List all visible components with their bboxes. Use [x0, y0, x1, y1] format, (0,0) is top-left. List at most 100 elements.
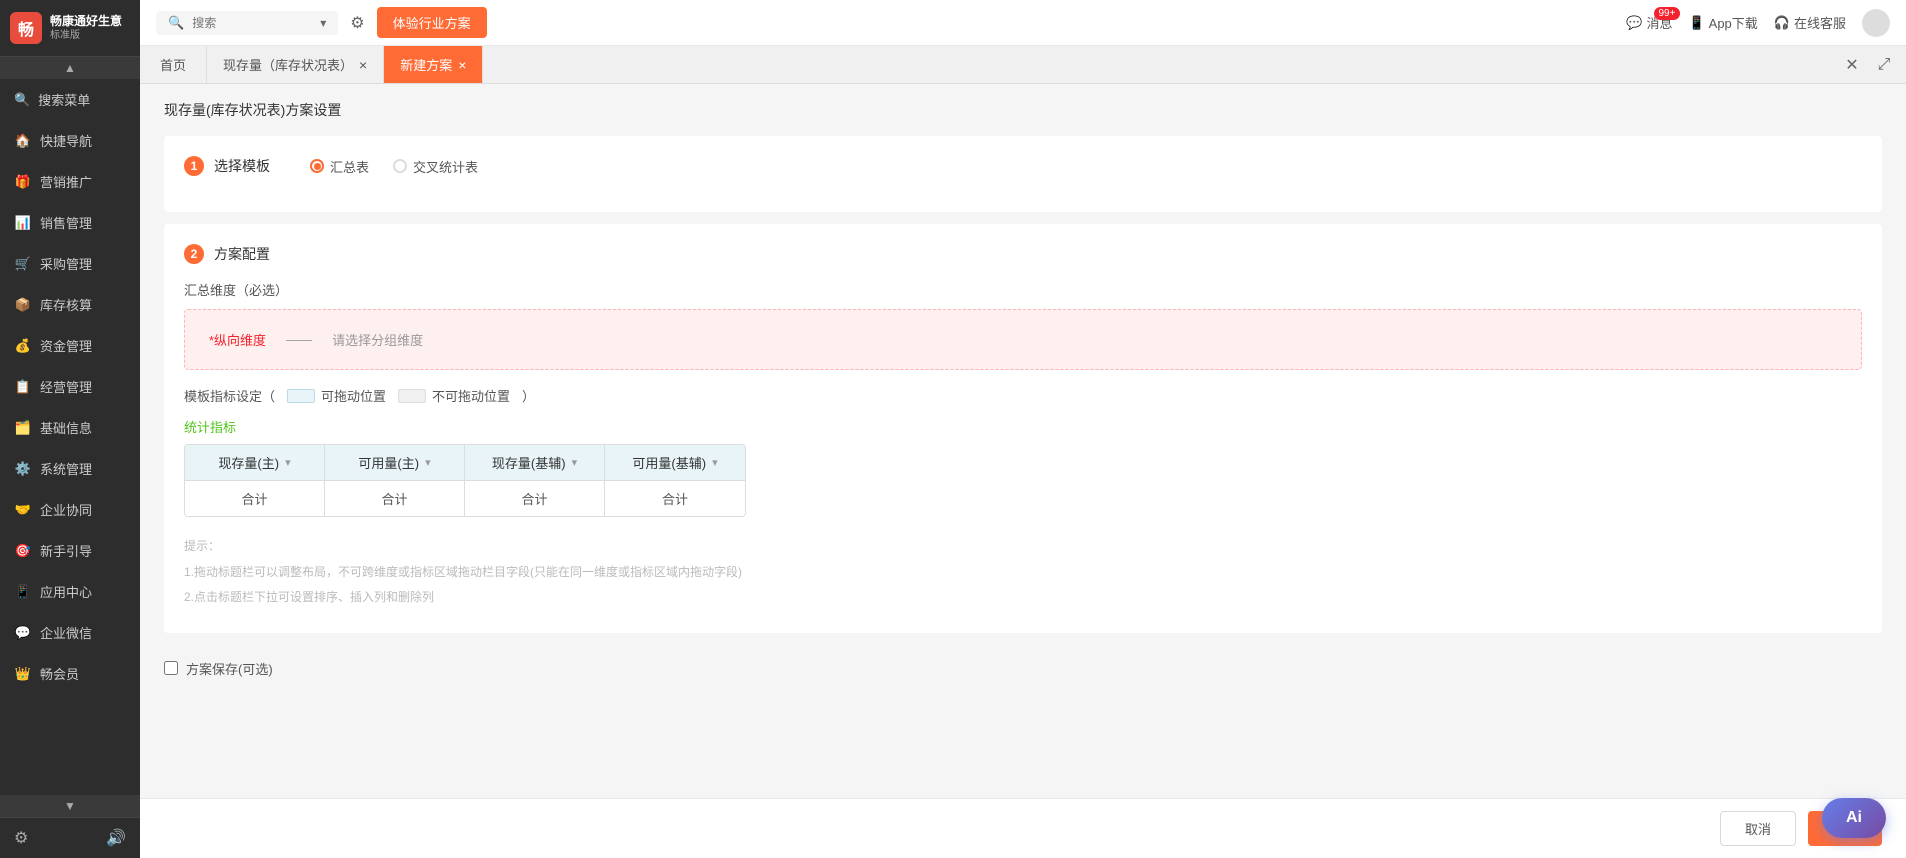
topbar-gear-button[interactable]: ⚙ [350, 13, 364, 33]
tab-home-label: 首页 [160, 55, 186, 74]
tab-new-scheme-label: 新建方案 [400, 55, 452, 74]
sidebar-item-system[interactable]: ⚙️ 系统管理 [0, 448, 140, 489]
sidebar-item-label: 快捷导航 [40, 131, 92, 150]
topbar-search-dropdown[interactable]: ▾ [320, 16, 326, 30]
template-options: 汇总表 交叉统计表 [310, 157, 478, 176]
sidebar-item-inventory[interactable]: 📦 库存核算 [0, 284, 140, 325]
message-icon: 💬 [1626, 15, 1642, 31]
stats-table-header: 现存量(主) ▾ 可用量(主) ▾ 现存量(基辅) ▾ 可用量(基辅) [185, 445, 745, 480]
sidebar-item-operations[interactable]: 📋 经营管理 [0, 366, 140, 407]
step2-card: 2 方案配置 汇总维度（必选） *纵向维度 —— 请选择分组维度 模板指标设定（… [164, 224, 1882, 633]
stat-col-0[interactable]: 现存量(主) ▾ [185, 445, 325, 480]
tab-inventory-label: 现存量（库存状况表） [223, 55, 353, 74]
tips-title: 提示： [184, 536, 1862, 558]
mobile-icon: 📱 [14, 583, 32, 601]
sidebar-item-new-user[interactable]: 🎯 新手引导 [0, 530, 140, 571]
indicator-settings-prefix: 模板指标设定（ [184, 386, 275, 405]
page-title: 现存量(库存状况表)方案设置 [164, 100, 1882, 120]
content-area: 现存量(库存状况表)方案设置 1 选择模板 汇总表 交叉统计表 [140, 84, 1906, 798]
template-option-summary[interactable]: 汇总表 [310, 157, 369, 176]
sidebar-item-marketing[interactable]: 🎁 营销推广 [0, 161, 140, 202]
topbar-right: 💬 消息 99+ 📱 App下载 🎧 在线客服 [1626, 9, 1890, 37]
home-icon: 🏠 [14, 132, 32, 150]
step1-label: 选择模板 [214, 156, 270, 176]
target-icon: 🎯 [14, 542, 32, 560]
trial-button[interactable]: 体验行业方案 [377, 7, 487, 38]
tab-close-window-button[interactable]: ✕ [1838, 51, 1866, 79]
draggable-label: 可拖动位置 [321, 386, 386, 405]
indicator-settings-suffix: ） [522, 386, 535, 405]
online-service-button[interactable]: 🎧 在线客服 [1774, 13, 1846, 32]
user-avatar[interactable] [1862, 9, 1890, 37]
col-label-0: 现存量(主) [218, 453, 279, 472]
search-label: 搜索菜单 [38, 90, 90, 109]
save-label: 方案保存(可选) [186, 659, 273, 678]
tab-inventory-status[interactable]: 现存量（库存状况表） × [207, 46, 384, 83]
dimension-box[interactable]: *纵向维度 —— 请选择分组维度 [184, 309, 1862, 370]
cancel-button[interactable]: 取消 [1720, 811, 1796, 846]
app-download-button[interactable]: 📱 App下载 [1688, 13, 1757, 32]
tips-section: 提示： 1.拖动标题栏可以调整布局，不可跨维度或指标区域拖动栏目字段(只能在同一… [184, 536, 1862, 609]
step2-header: 2 方案配置 [184, 244, 1862, 264]
sidebar-item-quick-nav[interactable]: 🏠 快捷导航 [0, 120, 140, 161]
stat-col-1[interactable]: 可用量(主) ▾ [325, 445, 465, 480]
dim-separator: —— [286, 332, 312, 347]
col-arrow-2: ▾ [572, 456, 578, 469]
sidebar-item-sales[interactable]: 📊 销售管理 [0, 202, 140, 243]
dim-required-star: *纵向维度 [209, 330, 266, 349]
handshake-icon: 🤝 [14, 501, 32, 519]
template-option-cross[interactable]: 交叉统计表 [393, 157, 478, 176]
config-section: 汇总维度（必选） *纵向维度 —— 请选择分组维度 模板指标设定（ 可拖动位置 [184, 280, 1862, 609]
sidebar-item-finance[interactable]: 💰 资金管理 [0, 325, 140, 366]
topbar: 🔍 ▾ ⚙ 体验行业方案 💬 消息 99+ 📱 App下载 🎧 在线客服 [140, 0, 1906, 46]
sidebar-item-wechat[interactable]: 💬 企业微信 [0, 612, 140, 653]
non-draggable-box [398, 389, 426, 403]
sidebar-item-label: 新手引导 [40, 541, 92, 560]
headset-icon: 🎧 [1774, 15, 1790, 31]
sidebar: 畅 畅康通好生意 标准版 ▲ 🔍 搜索菜单 🏠 快捷导航 🎁 营销推广 📊 销售… [0, 0, 140, 858]
tab-inventory-close[interactable]: × [359, 58, 367, 72]
message-badge: 99+ [1654, 7, 1681, 20]
col-label-2: 现存量(基辅) [492, 453, 566, 472]
sidebar-scroll-down[interactable]: ▼ [0, 795, 140, 817]
save-checkbox[interactable] [164, 661, 178, 675]
sidebar-item-app-center[interactable]: 📱 应用中心 [0, 571, 140, 612]
sidebar-item-cooperation[interactable]: 🤝 企业协同 [0, 489, 140, 530]
sidebar-item-member[interactable]: 👑 畅会员 [0, 653, 140, 694]
sidebar-item-label: 营销推广 [40, 172, 92, 191]
stat-cell-3: 合计 [605, 481, 745, 516]
radio-cross-circle [393, 159, 407, 173]
col-arrow-0: ▾ [285, 456, 291, 469]
topbar-search-input[interactable] [192, 16, 312, 30]
tab-expand-button[interactable]: ⤢ [1870, 51, 1898, 79]
sidebar-item-label: 资金管理 [40, 336, 92, 355]
wechat-icon: 💬 [14, 624, 32, 642]
stat-col-2[interactable]: 现存量(基辅) ▾ [465, 445, 605, 480]
stats-table: 现存量(主) ▾ 可用量(主) ▾ 现存量(基辅) ▾ 可用量(基辅) [184, 444, 746, 517]
sidebar-item-label: 采购管理 [40, 254, 92, 273]
col-arrow-3: ▾ [712, 456, 718, 469]
tab-home[interactable]: 首页 [140, 46, 207, 83]
stats-title: 统计指标 [184, 417, 1862, 436]
sidebar-item-basic-info[interactable]: 🗂️ 基础信息 [0, 407, 140, 448]
message-button[interactable]: 💬 消息 99+ [1626, 13, 1672, 32]
step2-label: 方案配置 [214, 244, 270, 264]
tab-new-scheme[interactable]: 新建方案 × [384, 46, 483, 83]
footer-settings-icon[interactable]: ⚙ [14, 828, 28, 848]
stat-cell-1: 合计 [325, 481, 465, 516]
non-draggable-legend: 不可拖动位置 [398, 386, 510, 405]
money-icon: 💰 [14, 337, 32, 355]
stat-col-3[interactable]: 可用量(基辅) ▾ [605, 445, 745, 480]
sidebar-item-purchase[interactable]: 🛒 采购管理 [0, 243, 140, 284]
tab-new-scheme-close[interactable]: × [458, 58, 466, 72]
ai-label: Ai [1846, 809, 1862, 827]
sidebar-item-label: 系统管理 [40, 459, 92, 478]
topbar-left: 🔍 ▾ ⚙ 体验行业方案 [156, 7, 487, 38]
sidebar-item-label: 企业协同 [40, 500, 92, 519]
footer-audio-icon[interactable]: 🔊 [106, 828, 126, 848]
footer-bar: 取消 查询 [140, 798, 1906, 858]
sidebar-search[interactable]: 🔍 搜索菜单 [0, 79, 140, 120]
sidebar-scroll-up[interactable]: ▲ [0, 57, 140, 79]
sidebar-item-label: 企业微信 [40, 623, 92, 642]
ai-bubble-button[interactable]: Ai [1822, 798, 1886, 838]
